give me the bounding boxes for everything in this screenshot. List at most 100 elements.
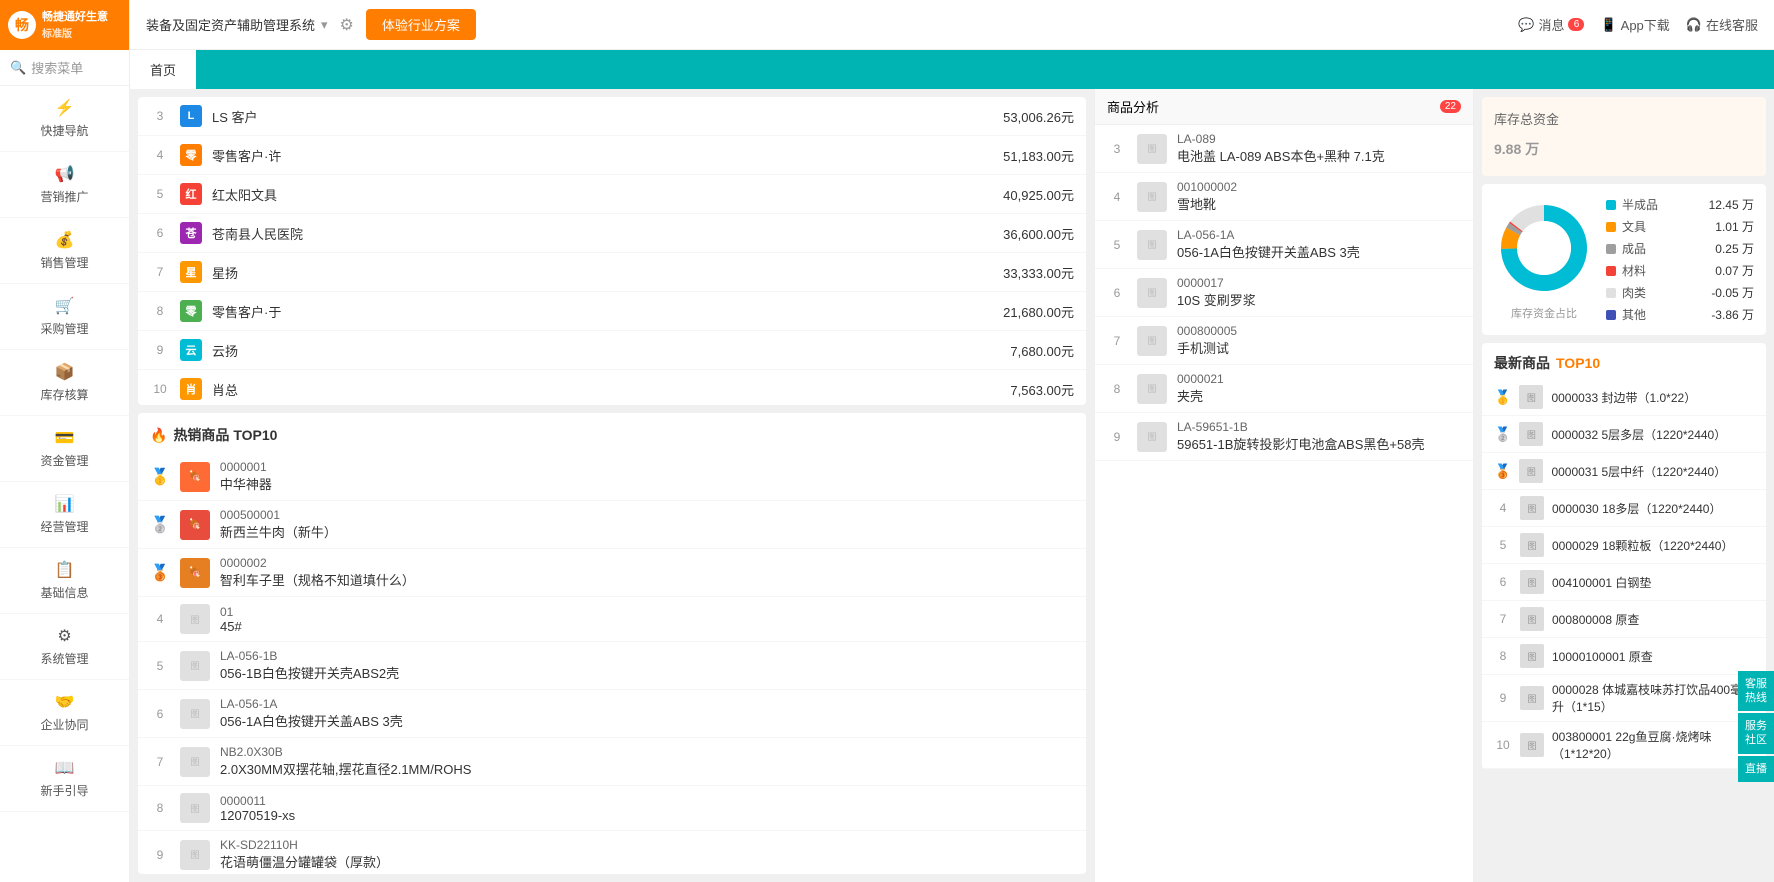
product-image: 图 bbox=[1520, 644, 1544, 668]
middle-panel-row: 8 图 0000021 夹壳 bbox=[1095, 365, 1473, 413]
app-download-button[interactable]: 📱 App下载 bbox=[1600, 15, 1669, 34]
product-info: LA-089 电池盖 LA-089 ABS本色+黑种 7.1克 bbox=[1177, 132, 1461, 165]
product-image: 图 bbox=[180, 840, 210, 870]
product-code: 0000001 bbox=[220, 460, 1074, 474]
tab-home[interactable]: 首页 bbox=[130, 50, 196, 89]
customer-amount: 36,600.00元 bbox=[1003, 224, 1074, 243]
rank-number: 3 bbox=[150, 109, 170, 123]
product-info: 0000021 夹壳 bbox=[1177, 372, 1461, 405]
rank-number: 5 bbox=[1107, 238, 1127, 252]
topbar-right: 💬 消息 6 📱 App下载 🎧 在线客服 bbox=[1518, 15, 1758, 34]
product-code: LA-59651-1B bbox=[1177, 420, 1461, 434]
rank-number: 8 bbox=[1107, 382, 1127, 396]
customer-amount: 40,925.00元 bbox=[1003, 185, 1074, 204]
product-name: 花语萌僵温分罐罐袋（厚款） bbox=[220, 852, 1074, 871]
product-info: 004100001 白钢垫 bbox=[1552, 574, 1754, 591]
product-code: 001000002 bbox=[1177, 180, 1461, 194]
sidebar-item-cooperation[interactable]: 🤝 企业协同 bbox=[0, 680, 129, 746]
product-image: 图 bbox=[1520, 733, 1544, 757]
product-code: 10000100001 bbox=[1552, 650, 1625, 664]
sidebar-item-purchase[interactable]: 🛒 采购管理 bbox=[0, 284, 129, 350]
product-image: 图 bbox=[1137, 182, 1167, 212]
rank-number: 5 bbox=[1494, 538, 1512, 552]
purchase-icon: 🛒 bbox=[55, 296, 75, 316]
legend-value: 0.25 万 bbox=[1715, 240, 1754, 257]
product-image: 图 bbox=[180, 793, 210, 823]
legend-item: 半成品 12.45 万 bbox=[1606, 196, 1754, 213]
legend-label: 成品 bbox=[1622, 240, 1709, 257]
float-btn-service[interactable]: 客服热线 bbox=[1738, 671, 1774, 712]
product-info: 0000033 封边带（1.0*22） bbox=[1551, 389, 1754, 406]
sidebar-item-operations[interactable]: 📊 经营管理 bbox=[0, 482, 129, 548]
latest-product-row: 🥈 图 0000032 5层多层（1220*2440） bbox=[1482, 416, 1766, 453]
system-selector[interactable]: 装备及固定资产辅助管理系统 ▾ bbox=[146, 15, 328, 34]
product-name: 5层中纤（1220*2440） bbox=[1602, 465, 1727, 479]
customer-badge: 零 bbox=[180, 300, 202, 322]
search-menu-item[interactable]: 🔍 搜索菜单 bbox=[0, 50, 129, 86]
product-code: 0000031 bbox=[1551, 465, 1598, 479]
sidebar-item-sales[interactable]: 💰 销售管理 bbox=[0, 218, 129, 284]
trial-button[interactable]: 体验行业方案 bbox=[366, 9, 476, 40]
middle-panel: 商品分析 22 3 图 LA-089 电池盖 LA-089 ABS本色+黑种 7… bbox=[1094, 89, 1474, 882]
product-name: 白钢垫 bbox=[1615, 576, 1651, 590]
float-buttons: 客服热线 服务社区 直播 bbox=[1738, 671, 1774, 782]
rank-number: 8 bbox=[150, 801, 170, 815]
settings-gear-icon[interactable]: ⚙ bbox=[340, 15, 354, 35]
sidebar-item-inventory[interactable]: 📦 库存核算 bbox=[0, 350, 129, 416]
marketing-icon: 📢 bbox=[55, 164, 75, 184]
cooperation-icon: 🤝 bbox=[55, 692, 75, 712]
product-code: 000800008 bbox=[1552, 613, 1612, 627]
product-image: 图 bbox=[1137, 422, 1167, 452]
product-code: 000800005 bbox=[1177, 324, 1461, 338]
message-button[interactable]: 💬 消息 6 bbox=[1518, 15, 1584, 34]
sidebar-item-guide[interactable]: 📖 新手引导 bbox=[0, 746, 129, 812]
fire-icon: 🔥 bbox=[150, 427, 167, 444]
inventory-title: 库存总资金 bbox=[1494, 109, 1754, 128]
rank-number: 6 bbox=[1107, 286, 1127, 300]
product-name: 18颗粒板（1220*2440） bbox=[1602, 539, 1733, 553]
customer-row: 7 星 星扬 33,333.00元 bbox=[138, 253, 1086, 292]
product-info: LA-59651-1B 59651-1B旋转投影灯电池盒ABS黑色+58壳 bbox=[1177, 420, 1461, 453]
rank-number: 8 bbox=[150, 304, 170, 318]
rank-number: 10 bbox=[1494, 738, 1512, 752]
sidebar-item-label: 经营管理 bbox=[40, 518, 88, 535]
product-name: 18多层（1220*2440） bbox=[1602, 502, 1721, 516]
inventory-amount: 9.88万 bbox=[1494, 134, 1754, 160]
sidebar-item-finance[interactable]: 💳 资金管理 bbox=[0, 416, 129, 482]
sidebar-item-label: 资金管理 bbox=[40, 452, 88, 469]
customer-row: 9 云 云扬 7,680.00元 bbox=[138, 331, 1086, 370]
product-image: 图 bbox=[1137, 374, 1167, 404]
headset-icon: 🎧 bbox=[1686, 17, 1702, 33]
sidebar-item-quick-nav[interactable]: ⚡ 快捷导航 bbox=[0, 86, 129, 152]
hot-product-row: 9 图 KK-SD22110H 花语萌僵温分罐罐袋（厚款） bbox=[138, 831, 1086, 874]
sidebar-item-system[interactable]: ⚙ 系统管理 bbox=[0, 614, 129, 680]
product-name: 电池盖 LA-089 ABS本色+黑种 7.1克 bbox=[1177, 146, 1461, 165]
product-code: 0000002 bbox=[220, 556, 1074, 570]
product-code: 000500001 bbox=[220, 508, 1074, 522]
quick-nav-icon: ⚡ bbox=[55, 98, 75, 118]
product-image: 图 bbox=[1519, 385, 1543, 409]
legend-color-dot bbox=[1606, 200, 1616, 210]
message-badge: 6 bbox=[1568, 18, 1584, 31]
product-name: 59651-1B旋转投影灯电池盒ABS黑色+58壳 bbox=[1177, 434, 1461, 453]
float-btn-live[interactable]: 直播 bbox=[1738, 756, 1774, 782]
logo-icon: 畅 bbox=[8, 11, 36, 39]
product-image: 图 bbox=[180, 604, 210, 634]
product-name: 原查 bbox=[1629, 650, 1653, 664]
main-wrapper: 装备及固定资产辅助管理系统 ▾ ⚙ 体验行业方案 💬 消息 6 📱 App下载 … bbox=[130, 0, 1774, 882]
sidebar-item-marketing[interactable]: 📢 营销推广 bbox=[0, 152, 129, 218]
online-service-button[interactable]: 🎧 在线客服 bbox=[1686, 15, 1758, 34]
product-info: 0000002 智利车子里（规格不知道填什么） bbox=[220, 556, 1074, 589]
sidebar-item-label: 采购管理 bbox=[40, 320, 88, 337]
product-info: 000800005 手机测试 bbox=[1177, 324, 1461, 357]
legend-item: 其他 -3.86 万 bbox=[1606, 306, 1754, 323]
customer-amount: 7,680.00元 bbox=[1010, 341, 1074, 360]
dropdown-arrow-icon[interactable]: ▾ bbox=[321, 17, 328, 33]
hot-product-row: 8 图 0000011 12070519-xs bbox=[138, 786, 1086, 831]
rank-number: 5 bbox=[150, 187, 170, 201]
product-info: 01 45# bbox=[220, 605, 1074, 634]
middle-panel-row: 9 图 LA-59651-1B 59651-1B旋转投影灯电池盒ABS黑色+58… bbox=[1095, 413, 1473, 461]
sidebar-item-basics[interactable]: 📋 基础信息 bbox=[0, 548, 129, 614]
float-btn-community[interactable]: 服务社区 bbox=[1738, 713, 1774, 754]
product-info: 000800008 原查 bbox=[1552, 611, 1754, 628]
